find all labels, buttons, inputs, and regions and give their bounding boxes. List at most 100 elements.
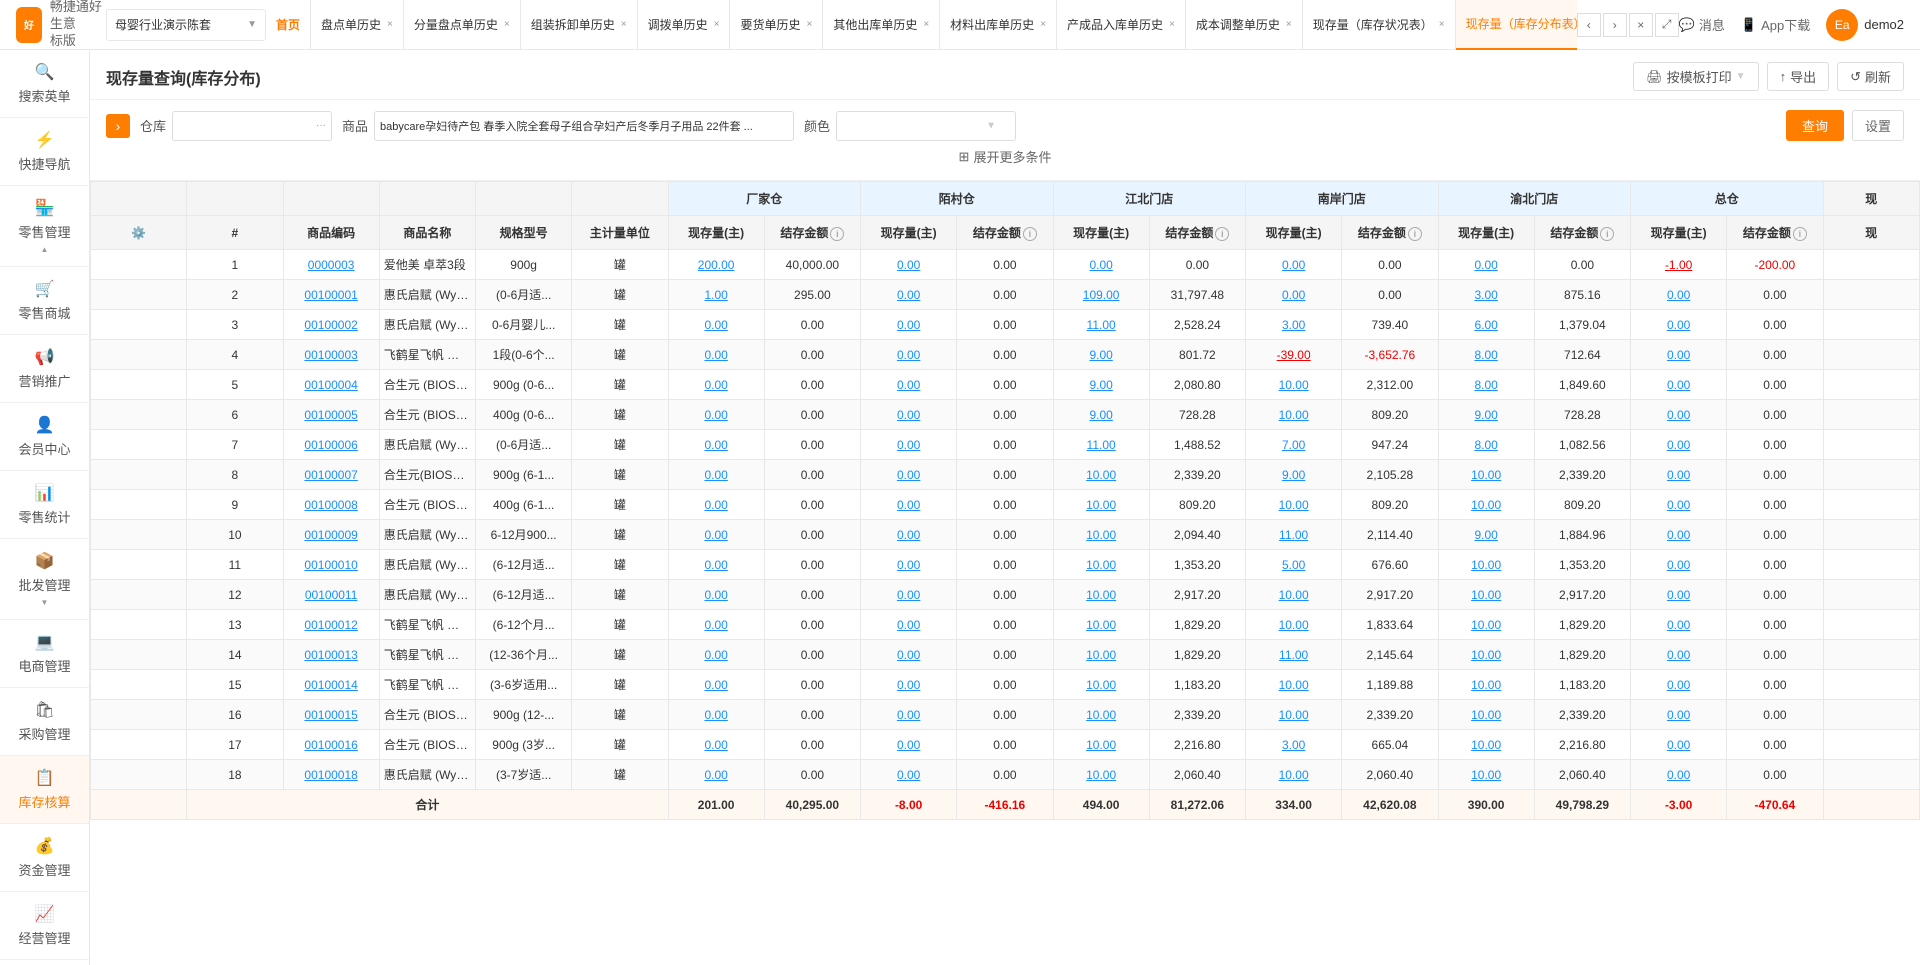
- expand-conditions-button[interactable]: ⊞ 展开更多条件: [959, 147, 1052, 166]
- tab-home[interactable]: 首页: [266, 0, 311, 50]
- message-button[interactable]: 💬 消息: [1679, 15, 1725, 34]
- td-zongcang-qty[interactable]: 0.00: [1631, 490, 1727, 520]
- td-nanan-qty[interactable]: 10.00: [1246, 490, 1342, 520]
- td-nanan-qty[interactable]: 9.00: [1246, 460, 1342, 490]
- td-yubei-qty[interactable]: 9.00: [1438, 520, 1534, 550]
- td-code[interactable]: 00100018: [283, 760, 379, 790]
- td-zongcang-qty[interactable]: 0.00: [1631, 640, 1727, 670]
- tab-transfer[interactable]: 调拨单历史 ×: [638, 0, 731, 50]
- td-mucu-qty[interactable]: 0.00: [861, 250, 957, 280]
- tab-prev-button[interactable]: ‹: [1577, 13, 1601, 37]
- td-nanan-qty[interactable]: 10.00: [1246, 400, 1342, 430]
- td-mucu-qty[interactable]: 0.00: [861, 460, 957, 490]
- sidebar-item-marketing[interactable]: 📢 营销推广: [0, 335, 89, 403]
- user-profile-button[interactable]: Ea demo2: [1826, 9, 1904, 41]
- td-zongcang-qty[interactable]: 0.00: [1631, 760, 1727, 790]
- td-nanan-qty[interactable]: 7.00: [1246, 430, 1342, 460]
- td-mucu-qty[interactable]: 0.00: [861, 700, 957, 730]
- td-mucu-qty[interactable]: 0.00: [861, 520, 957, 550]
- td-jiangbei-qty[interactable]: 9.00: [1053, 400, 1149, 430]
- td-nanan-qty[interactable]: 11.00: [1246, 640, 1342, 670]
- tab-material-out[interactable]: 材料出库单历史 ×: [940, 0, 1057, 50]
- td-changjia-qty[interactable]: 0.00: [668, 760, 764, 790]
- td-changjia-qty[interactable]: 0.00: [668, 430, 764, 460]
- settings-button[interactable]: 设置: [1852, 110, 1904, 141]
- td-mucu-qty[interactable]: 0.00: [861, 730, 957, 760]
- sidebar-item-operations[interactable]: 📈 经营管理: [0, 892, 89, 960]
- sidebar-item-mall[interactable]: 🛒 零售商城: [0, 267, 89, 335]
- td-changjia-qty[interactable]: 0.00: [668, 700, 764, 730]
- td-yubei-qty[interactable]: 10.00: [1438, 550, 1534, 580]
- sidebar-item-quicknav[interactable]: ⚡ 快捷导航: [0, 118, 89, 186]
- product-input[interactable]: [374, 111, 794, 141]
- td-code[interactable]: 00100002: [283, 310, 379, 340]
- td-mucu-qty[interactable]: 0.00: [861, 610, 957, 640]
- td-changjia-qty[interactable]: 0.00: [668, 670, 764, 700]
- tab-stock-status[interactable]: 现存量（库存状况表） ×: [1303, 0, 1456, 50]
- tab-next-button[interactable]: ›: [1603, 13, 1627, 37]
- tab-close-icon[interactable]: ×: [714, 19, 720, 30]
- search-button[interactable]: 查询: [1786, 110, 1844, 141]
- tab-expand-button[interactable]: ⤢: [1655, 13, 1679, 37]
- dropdown-selector[interactable]: 母婴行业演示陈套 ▼: [106, 9, 266, 41]
- td-mucu-qty[interactable]: 0.00: [861, 670, 957, 700]
- td-mucu-qty[interactable]: 0.00: [861, 310, 957, 340]
- td-yubei-qty[interactable]: 8.00: [1438, 430, 1534, 460]
- tab-close-icon[interactable]: ×: [504, 19, 510, 30]
- td-yubei-qty[interactable]: 8.00: [1438, 340, 1534, 370]
- td-yubei-qty[interactable]: 10.00: [1438, 490, 1534, 520]
- tab-close-icon[interactable]: ×: [1169, 19, 1175, 30]
- td-zongcang-qty[interactable]: 0.00: [1631, 520, 1727, 550]
- td-zongcang-qty[interactable]: 0.00: [1631, 460, 1727, 490]
- td-mucu-qty[interactable]: 0.00: [861, 640, 957, 670]
- td-yubei-qty[interactable]: 10.00: [1438, 760, 1534, 790]
- tab-close-icon[interactable]: ×: [806, 19, 812, 30]
- td-changjia-qty[interactable]: 0.00: [668, 370, 764, 400]
- td-zongcang-qty[interactable]: 0.00: [1631, 370, 1727, 400]
- tab-inventory-count[interactable]: 盘点单历史 ×: [311, 0, 404, 50]
- td-changjia-qty[interactable]: 0.00: [668, 580, 764, 610]
- tab-cost-adjust[interactable]: 成本调整单历史 ×: [1186, 0, 1303, 50]
- tab-requisition[interactable]: 要货单历史 ×: [730, 0, 823, 50]
- td-zongcang-qty[interactable]: 0.00: [1631, 400, 1727, 430]
- td-zongcang-qty[interactable]: 0.00: [1631, 430, 1727, 460]
- print-button[interactable]: 🖨 按模板打印 ▼: [1633, 62, 1758, 91]
- td-yubei-qty[interactable]: 8.00: [1438, 370, 1534, 400]
- td-changjia-qty[interactable]: 0.00: [668, 520, 764, 550]
- td-nanan-qty[interactable]: -39.00: [1246, 340, 1342, 370]
- td-code[interactable]: 0000003: [283, 250, 379, 280]
- tab-outbound[interactable]: 其他出库单历史 ×: [823, 0, 940, 50]
- td-code[interactable]: 00100015: [283, 700, 379, 730]
- td-code[interactable]: 00100003: [283, 340, 379, 370]
- td-code[interactable]: 00100001: [283, 280, 379, 310]
- td-code[interactable]: 00100008: [283, 490, 379, 520]
- td-jiangbei-qty[interactable]: 10.00: [1053, 760, 1149, 790]
- td-mucu-qty[interactable]: 0.00: [861, 580, 957, 610]
- sidebar-item-wholesale[interactable]: 📦 批发管理: [0, 539, 89, 620]
- td-jiangbei-qty[interactable]: 10.00: [1053, 670, 1149, 700]
- tab-stock-distribution[interactable]: 现存量（库存分布表） ×: [1456, 0, 1577, 50]
- td-nanan-qty[interactable]: 11.00: [1246, 520, 1342, 550]
- info-icon[interactable]: i: [1600, 227, 1614, 241]
- td-yubei-qty[interactable]: 10.00: [1438, 460, 1534, 490]
- sidebar-item-search[interactable]: 🔍 搜索英单: [0, 50, 89, 118]
- sidebar-item-inventory[interactable]: 📋 库存核算: [0, 756, 89, 824]
- td-mucu-qty[interactable]: 0.00: [861, 400, 957, 430]
- td-code[interactable]: 00100016: [283, 730, 379, 760]
- sidebar-item-ecommerce[interactable]: 💻 电商管理: [0, 620, 89, 688]
- td-nanan-qty[interactable]: 3.00: [1246, 310, 1342, 340]
- td-zongcang-qty[interactable]: 0.00: [1631, 580, 1727, 610]
- td-zongcang-qty[interactable]: 0.00: [1631, 670, 1727, 700]
- td-yubei-qty[interactable]: 0.00: [1438, 250, 1534, 280]
- td-code[interactable]: 00100006: [283, 430, 379, 460]
- sidebar-item-finance[interactable]: 💰 资金管理: [0, 824, 89, 892]
- td-code[interactable]: 00100014: [283, 670, 379, 700]
- td-changjia-qty[interactable]: 0.00: [668, 730, 764, 760]
- info-icon[interactable]: i: [1793, 227, 1807, 241]
- td-code[interactable]: 00100005: [283, 400, 379, 430]
- td-zongcang-qty[interactable]: 0.00: [1631, 280, 1727, 310]
- sidebar-item-retail-stats[interactable]: 📊 零售统计: [0, 471, 89, 539]
- td-changjia-qty[interactable]: 0.00: [668, 340, 764, 370]
- td-jiangbei-qty[interactable]: 11.00: [1053, 430, 1149, 460]
- td-code[interactable]: 00100012: [283, 610, 379, 640]
